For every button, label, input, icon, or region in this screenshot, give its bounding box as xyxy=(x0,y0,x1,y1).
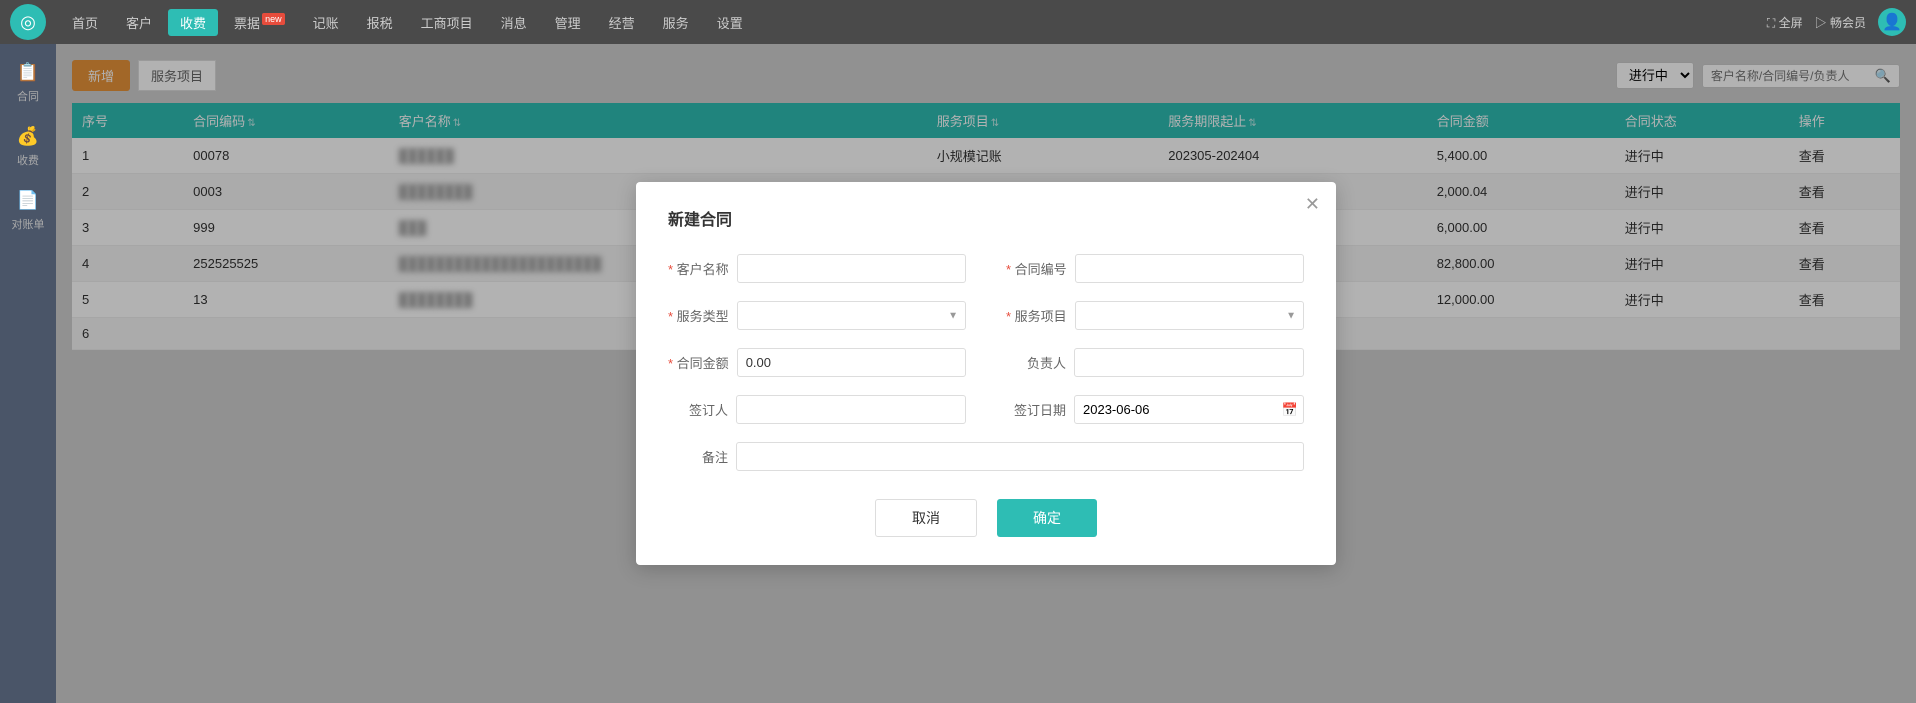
billing-icon: 💰 xyxy=(16,124,40,148)
nav-bookkeeping[interactable]: 记账 xyxy=(301,9,351,36)
calendar-icon[interactable]: 📅 xyxy=(1282,402,1298,418)
customer-name-input[interactable] xyxy=(737,254,966,283)
nav-billing[interactable]: 收费 xyxy=(168,9,218,36)
service-type-label: 服务类型 xyxy=(668,306,729,325)
modal-title: 新建合同 xyxy=(668,206,1304,230)
form-grid: 客户名称 合同编号 服务类型 xyxy=(668,254,1304,471)
main-content: 新增 服务项目 进行中 已完成 已终止 🔍 序号 合同编码⇅ 客户名称⇅ 服务项… xyxy=(56,44,1916,703)
responsible-input[interactable] xyxy=(1074,348,1304,377)
note-label: 备注 xyxy=(668,447,728,466)
confirm-button[interactable]: 确定 xyxy=(997,499,1097,537)
form-row-sign-date: 签订日期 📅 xyxy=(1006,395,1304,424)
service-item-label: 服务项目 xyxy=(1006,306,1067,325)
form-row-note: 备注 xyxy=(668,442,1304,471)
nav-manage[interactable]: 管理 xyxy=(543,9,593,36)
sidebar: 📋 合同 💰 收费 📄 对账单 xyxy=(0,44,56,703)
sidebar-label-billing: 收费 xyxy=(17,152,39,168)
sidebar-item-billing[interactable]: 💰 收费 xyxy=(0,116,56,176)
contract-no-label: 合同编号 xyxy=(1006,259,1067,278)
nav-tax[interactable]: 报税 xyxy=(355,9,405,36)
service-type-select[interactable] xyxy=(737,301,966,330)
form-row-signer: 签订人 xyxy=(668,395,966,424)
form-row-service-item: 服务项目 xyxy=(1006,301,1304,330)
nav-invoice[interactable]: 票据new xyxy=(222,9,297,36)
modal-overlay: ✕ 新建合同 客户名称 合同编号 服务类型 xyxy=(56,44,1916,703)
logo-icon: ◎ xyxy=(20,12,36,33)
nav-right: ⛶ 全屏 ▷ 畅会员 👤 xyxy=(1767,8,1906,36)
customer-label: 客户名称 xyxy=(668,259,729,278)
new-badge: new xyxy=(262,13,285,25)
amount-label: 合同金额 xyxy=(668,353,729,372)
responsible-label: 负责人 xyxy=(1006,353,1066,372)
sign-date-input[interactable] xyxy=(1074,395,1304,424)
form-row-service-type: 服务类型 xyxy=(668,301,966,330)
contract-icon: 📋 xyxy=(16,60,40,84)
note-input[interactable] xyxy=(736,442,1304,471)
sign-date-wrapper: 📅 xyxy=(1074,395,1304,424)
nav-service[interactable]: 服务 xyxy=(651,9,701,36)
nav-settings[interactable]: 设置 xyxy=(705,9,755,36)
modal-footer: 取消 确定 xyxy=(668,499,1304,537)
form-row-responsible: 负责人 xyxy=(1006,348,1304,377)
reconciliation-icon: 📄 xyxy=(16,188,40,212)
nav-business[interactable]: 工商项目 xyxy=(409,9,485,36)
nav-message[interactable]: 消息 xyxy=(489,9,539,36)
nav-home[interactable]: 首页 xyxy=(60,9,110,36)
service-type-select-wrapper xyxy=(737,301,966,330)
service-item-select-wrapper xyxy=(1075,301,1304,330)
service-item-select[interactable] xyxy=(1075,301,1304,330)
top-navigation: ◎ 首页 客户 收费 票据new 记账 报税 工商项目 消息 管理 经营 服务 … xyxy=(0,0,1916,44)
modal-close-button[interactable]: ✕ xyxy=(1305,194,1320,215)
new-contract-modal: ✕ 新建合同 客户名称 合同编号 服务类型 xyxy=(636,182,1336,565)
cancel-button[interactable]: 取消 xyxy=(875,499,977,537)
vip-button[interactable]: ▷ 畅会员 xyxy=(1815,14,1866,31)
signer-label: 签订人 xyxy=(668,400,728,419)
contract-no-input[interactable] xyxy=(1075,254,1304,283)
nav-customer[interactable]: 客户 xyxy=(114,9,164,36)
amount-input[interactable] xyxy=(737,348,966,377)
nav-menu: 首页 客户 收费 票据new 记账 报税 工商项目 消息 管理 经营 服务 设置 xyxy=(60,9,1767,36)
main-layout: 📋 合同 💰 收费 📄 对账单 新增 服务项目 进行中 已完成 已终止 🔍 xyxy=(0,44,1916,703)
sign-date-label: 签订日期 xyxy=(1006,400,1066,419)
form-row-customer: 客户名称 xyxy=(668,254,966,283)
sidebar-item-reconciliation[interactable]: 📄 对账单 xyxy=(0,180,56,240)
sidebar-item-contract[interactable]: 📋 合同 xyxy=(0,52,56,112)
fullscreen-button[interactable]: ⛶ 全屏 xyxy=(1767,14,1803,31)
nav-operation[interactable]: 经营 xyxy=(597,9,647,36)
sidebar-label-reconciliation: 对账单 xyxy=(12,216,45,232)
signer-input[interactable] xyxy=(736,395,966,424)
form-row-contract-no: 合同编号 xyxy=(1006,254,1304,283)
avatar[interactable]: 👤 xyxy=(1878,8,1906,36)
app-logo: ◎ xyxy=(10,4,46,40)
sidebar-label-contract: 合同 xyxy=(17,88,39,104)
form-row-amount: 合同金额 xyxy=(668,348,966,377)
